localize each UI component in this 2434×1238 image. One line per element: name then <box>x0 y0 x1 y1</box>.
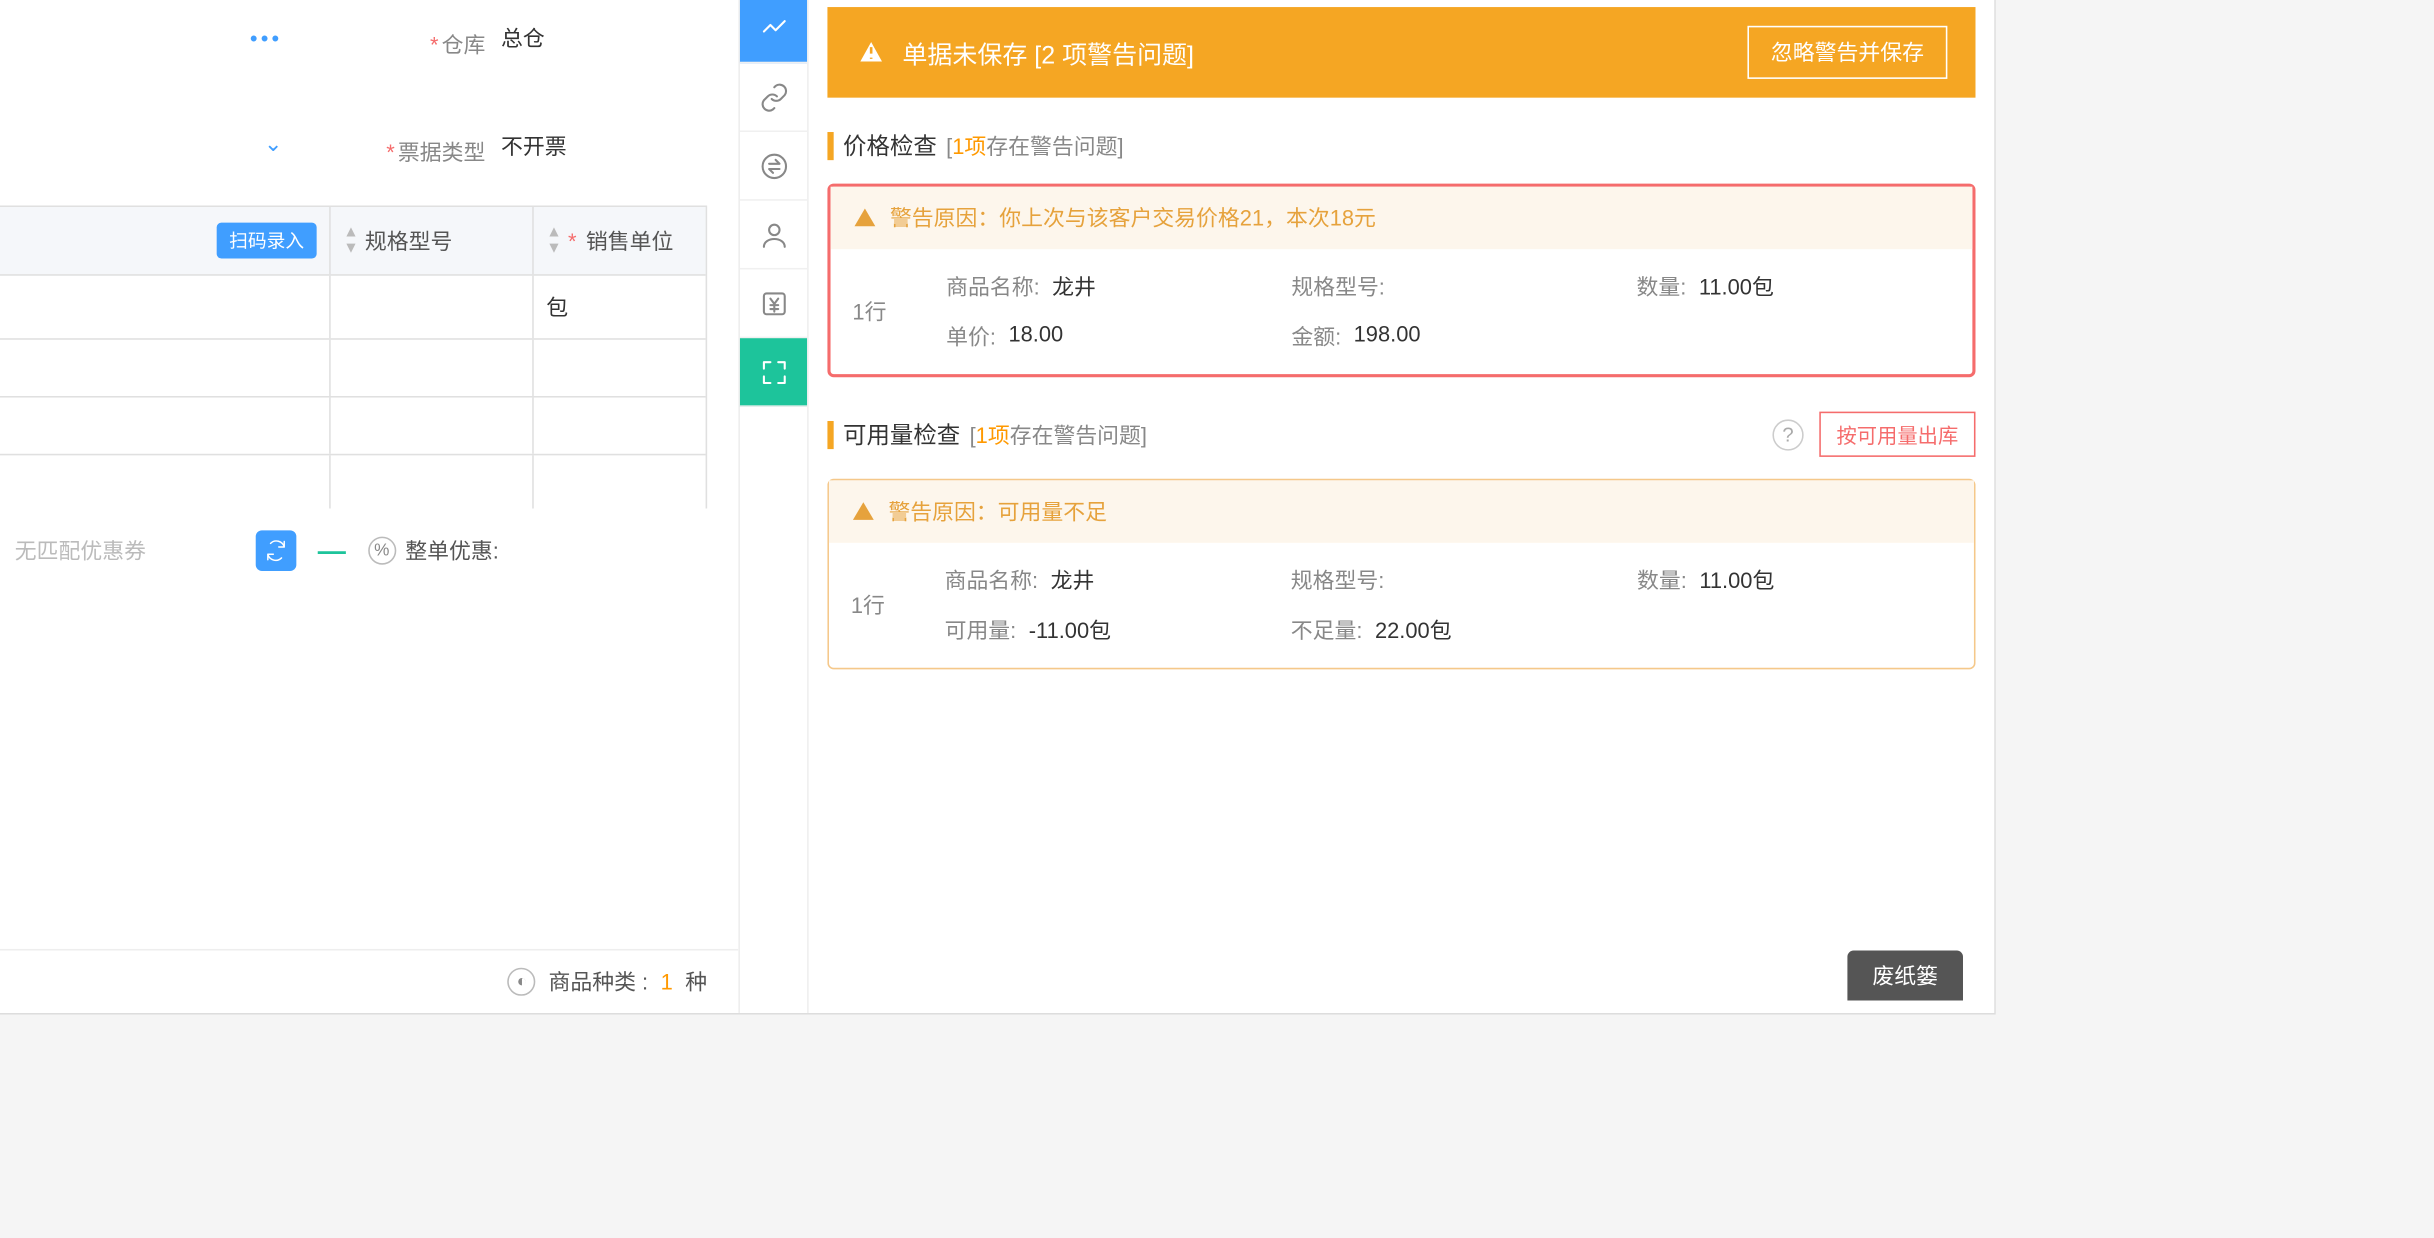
sort-icon: ▲▼ <box>343 225 358 256</box>
exchange-icon <box>759 150 790 181</box>
strip-fullscreen-button[interactable] <box>740 338 809 407</box>
section-bar-icon <box>827 420 833 448</box>
warning-icon <box>856 37 887 68</box>
section-bar-icon <box>827 131 833 159</box>
table-row[interactable]: 4 <box>0 455 706 508</box>
discount-icon: % <box>368 537 396 565</box>
price-warning-card: 警告原因：你上次与该客户交易价格21，本次18元 1行 商品名称:龙井 规格型号… <box>827 184 1975 378</box>
warning-icon <box>852 205 877 230</box>
stock-warning-card: 警告原因：可用量不足 1行 商品名称:龙井 规格型号: 数量:11.00包 可用… <box>827 479 1975 670</box>
help-button[interactable]: ? <box>1772 419 1803 450</box>
stock-check-title: 可用量检查 <box>843 418 960 451</box>
coupon-input[interactable]: 无匹配优惠券 <box>15 535 234 566</box>
table-row[interactable]: 3 <box>0 398 706 456</box>
table-row[interactable]: 2 <box>0 340 706 398</box>
price-check-section: 价格检查 [1项存在警告问题] 警告原因：你上次与该客户交易价格21，本次18元… <box>827 120 1975 378</box>
footer-summary: ◐ 商品种类 : 1 种 <box>0 949 738 1013</box>
invoice-label: *票据类型 <box>345 130 486 167</box>
minus-icon: — <box>318 534 346 567</box>
refresh-icon <box>265 540 287 562</box>
col-spec[interactable]: ▲▼规格型号 <box>331 207 534 274</box>
stock-check-count: [1项存在警告问题] <box>970 419 1147 450</box>
expand-icon <box>759 356 790 387</box>
address-select[interactable]: ⌄ <box>0 130 282 157</box>
link-icon <box>759 81 790 112</box>
stock-out-button[interactable]: 按可用量出库 <box>1819 412 1975 457</box>
warning-icon <box>851 499 876 524</box>
trash-drawer-button[interactable]: 废纸篓 <box>1847 951 1963 1001</box>
items-table: ▲▼条码 ▲▼*商品扫码录入 ▲▼规格型号 ▲▼*销售单位 1 龙井 包 <box>0 205 707 508</box>
strip-user-button[interactable] <box>740 201 809 270</box>
kinds-icon: ◐ <box>508 968 536 996</box>
chevron-down-icon: ⌄ <box>264 130 282 157</box>
invoice-select[interactable]: 不开票 <box>501 130 657 161</box>
order-discount: %整单优惠: <box>368 535 499 566</box>
user-icon <box>759 219 790 250</box>
strip-currency-button[interactable] <box>740 269 809 338</box>
price-check-count: [1项存在警告问题] <box>946 130 1123 161</box>
customer-input[interactable]: 老张茶叶店 ••• <box>0 23 282 56</box>
strip-link-button[interactable] <box>740 63 809 132</box>
price-check-title: 价格检查 <box>843 129 937 162</box>
warehouse-label: *仓库 <box>345 23 486 60</box>
col-unit[interactable]: ▲▼*销售单位 <box>534 207 706 274</box>
chart-icon <box>759 13 790 44</box>
refresh-coupon-button[interactable] <box>255 530 296 571</box>
smart-detect-panel: 智能检测 ✕ 单据未保存 [2 项警告问题] 忽略警告并保存 价格检查 [1项存… <box>807 0 1994 1013</box>
stock-check-section: 可用量检查 [1项存在警告问题] ? 按可用量出库 警告原因：可用量不足 <box>827 402 1975 669</box>
yen-icon <box>759 287 790 318</box>
row-number: 1行 <box>851 565 913 646</box>
table-row[interactable]: 1 龙井 包 <box>0 276 706 340</box>
strip-exchange-button[interactable] <box>740 132 809 201</box>
warning-banner: 单据未保存 [2 项警告问题] 忽略警告并保存 <box>827 7 1975 98</box>
side-toolbar <box>738 0 807 1013</box>
sort-icon: ▲▼ <box>546 225 561 256</box>
row-number: 1行 <box>852 271 914 352</box>
more-dots-icon[interactable]: ••• <box>250 26 282 51</box>
sales-form-panel: 销货单 退货单 单据日期 2020-02-05 单据编号 SA-20200205… <box>0 0 738 1013</box>
ignore-save-button[interactable]: 忽略警告并保存 <box>1747 26 1947 79</box>
col-product[interactable]: ▲▼*商品扫码录入 <box>0 207 331 274</box>
scan-input-button[interactable]: 扫码录入 <box>217 223 317 259</box>
warehouse-select[interactable]: 总仓 <box>501 23 657 54</box>
strip-detect-button[interactable] <box>740 0 809 63</box>
